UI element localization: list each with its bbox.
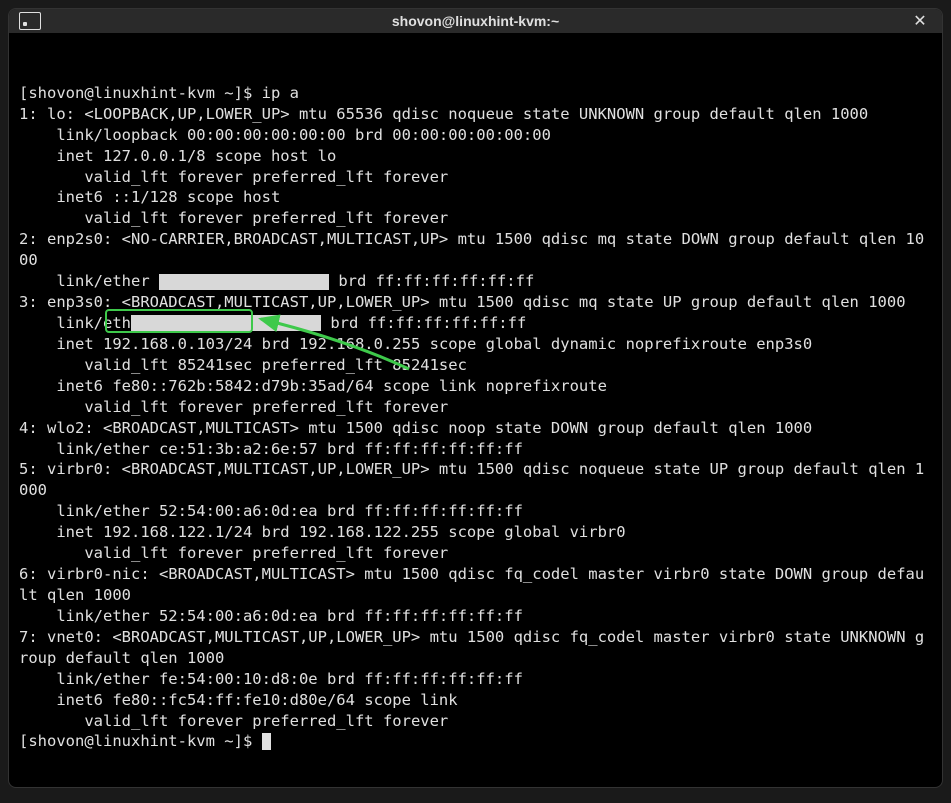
output-inet-pre: inet <box>19 335 103 353</box>
command: ip a <box>262 84 299 102</box>
arrow-annotation <box>249 309 449 409</box>
terminal-icon <box>19 12 41 30</box>
output-block-1: 1: lo: <LOOPBACK,UP,LOWER_UP> mtu 65536 … <box>19 105 924 290</box>
window-title: shovon@linuxhint-kvm:~ <box>392 13 559 29</box>
highlighted-ip: 192.168.0.103/24 <box>103 335 252 353</box>
output-block-4: valid_lft 85241sec preferred_lft 85241se… <box>19 356 924 730</box>
titlebar: shovon@linuxhint-kvm:~ ✕ <box>9 9 942 33</box>
output-after-redacted-1: brd ff:ff:ff:ff:ff:ff <box>329 272 534 290</box>
prompt: [shovon@linuxhint-kvm ~]$ <box>19 84 262 102</box>
close-button[interactable]: ✕ <box>908 9 932 33</box>
redacted-mac-1 <box>159 274 329 290</box>
terminal-content: [shovon@linuxhint-kvm ~]$ ip a 1: lo: <L… <box>19 83 932 753</box>
terminal-window: shovon@linuxhint-kvm:~ ✕ [shovon@linuxhi… <box>8 8 943 788</box>
ip-highlight-box <box>105 309 253 333</box>
prompt: [shovon@linuxhint-kvm ~]$ <box>19 732 262 750</box>
terminal-body[interactable]: [shovon@linuxhint-kvm ~]$ ip a 1: lo: <L… <box>9 33 942 788</box>
cursor <box>262 733 271 750</box>
